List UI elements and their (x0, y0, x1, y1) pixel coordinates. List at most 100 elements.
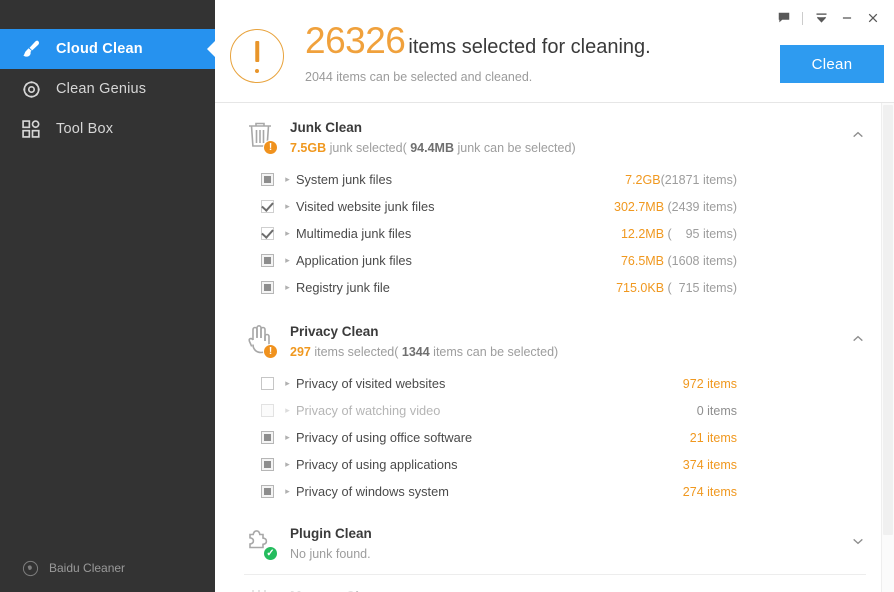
brush-icon (18, 37, 44, 61)
row-size: 302.7MB (614, 199, 665, 214)
section-header[interactable]: ✓ Plugin Clean No junk found. (215, 511, 894, 574)
row-label: Privacy of visited websites (296, 376, 446, 391)
expand-triangle-icon[interactable]: ▸ (283, 256, 292, 265)
list-item[interactable]: ▸ Registry junk file 715.0KB ( 715 items… (215, 274, 894, 301)
grid-icon (18, 117, 44, 141)
scrollbar-thumb[interactable] (883, 105, 893, 535)
row-label: Multimedia junk files (296, 226, 412, 241)
row-checkbox[interactable] (261, 173, 274, 186)
section-summary-available: 94.4MB (410, 141, 454, 155)
expand-triangle-icon[interactable]: ▸ (283, 487, 292, 496)
row-value: 76.5MB (1608 items) (621, 254, 737, 268)
hand-icon: ! (244, 322, 280, 360)
row-value: 0 items (696, 403, 737, 418)
sidebar-item-label: Clean Genius (56, 81, 147, 97)
expand-triangle-icon[interactable]: ▸ (283, 175, 292, 184)
sidebar: Cloud Clean Clean Genius Tool Box Baidu … (0, 0, 216, 592)
row-checkbox[interactable] (261, 377, 274, 390)
row-checkbox[interactable] (261, 485, 274, 498)
row-value: 302.7MB (2439 items) (614, 200, 737, 214)
row-checkbox[interactable] (261, 254, 274, 267)
row-size: 7.2GB (625, 172, 661, 187)
section-meta: Junk Clean 7.5GB junk selected( 94.4MB j… (290, 118, 576, 156)
section-rows: ▸ Privacy of visited websites 972 items … (215, 370, 894, 511)
section-meta: Memory Clean (290, 587, 382, 592)
row-label: Registry junk file (296, 280, 390, 295)
expand-triangle-icon[interactable]: ▸ (283, 433, 292, 442)
section-privacy-clean: ! Privacy Clean 297 items selected( 1344… (215, 307, 894, 511)
expand-triangle-icon[interactable]: ▸ (283, 283, 292, 292)
exclamation-dot (255, 69, 259, 73)
row-label: Application junk files (296, 253, 412, 268)
list-item[interactable]: ▸ Privacy of visited websites 972 items (215, 370, 894, 397)
row-label: System junk files (296, 172, 393, 187)
section-summary-mid: items selected( (310, 345, 402, 359)
summary-subtitle: 2044 items can be selected and cleaned. (305, 70, 533, 84)
list-item[interactable]: ▸ Privacy of using applications 374 item… (215, 451, 894, 478)
sidebar-item-label: Tool Box (56, 121, 114, 137)
section-meta: Privacy Clean 297 items selected( 1344 i… (290, 322, 558, 360)
section-summary-mid: junk selected( (326, 141, 411, 155)
section-summary-selected: 7.5GB (290, 141, 327, 155)
row-value: 374 items (682, 457, 737, 472)
row-count: (21871 items) (660, 172, 737, 187)
expand-triangle-icon[interactable]: ▸ (283, 229, 292, 238)
row-checkbox[interactable] (261, 281, 274, 294)
expand-triangle-icon[interactable]: ▸ (283, 202, 292, 211)
section-title: Privacy Clean (290, 324, 379, 339)
section-summary-selected: 297 (290, 345, 311, 359)
sidebar-item-clean-genius[interactable]: Clean Genius (0, 69, 215, 109)
section-summary-available: 1344 (401, 345, 430, 359)
row-size: 12.2MB (620, 226, 665, 241)
summary-headline: 26326 items selected for cleaning. (305, 22, 651, 59)
row-label: Privacy of windows system (296, 484, 449, 499)
section-header[interactable]: ! Privacy Clean 297 items selected( 1344… (215, 307, 894, 370)
row-checkbox[interactable] (261, 458, 274, 471)
section-plugin-clean: ✓ Plugin Clean No junk found. (215, 511, 894, 574)
row-checkbox[interactable] (261, 431, 274, 444)
row-checkbox[interactable] (261, 200, 274, 213)
status-badge: ! (263, 140, 278, 155)
section-memory-clean: Memory Clean (215, 575, 894, 592)
row-label: Visited website junk files (296, 199, 435, 214)
list-item[interactable]: ▸ Multimedia junk files 12.2MB ( 95 item… (215, 220, 894, 247)
chevron-down-icon[interactable] (850, 533, 866, 549)
section-summary-post: junk can be selected) (454, 141, 576, 155)
sidebar-item-cloud-clean[interactable]: Cloud Clean (0, 29, 216, 69)
expand-triangle-icon[interactable]: ▸ (283, 460, 292, 469)
section-header[interactable]: ! Junk Clean 7.5GB junk selected( 94.4MB… (215, 103, 894, 166)
section-header[interactable]: Memory Clean (215, 575, 894, 592)
list-item[interactable]: ▸ Visited website junk files 302.7MB (24… (215, 193, 894, 220)
row-count: (1608 items) (667, 253, 737, 268)
app-window: Cloud Clean Clean Genius Tool Box Baidu … (0, 0, 894, 592)
memory-icon (244, 587, 280, 592)
list-item[interactable]: ▸ System junk files 7.2GB(21871 items) (215, 166, 894, 193)
trash-icon: ! (244, 118, 280, 156)
page-title: items selected for cleaning. (408, 36, 651, 58)
brand-label: Baidu Cleaner (49, 561, 126, 575)
section-title: Plugin Clean (290, 526, 372, 541)
section-meta: Plugin Clean No junk found. (290, 524, 372, 562)
brand-footer: Baidu Cleaner (20, 558, 125, 578)
section-rows: ▸ System junk files 7.2GB(21871 items) ▸… (215, 166, 894, 307)
expand-triangle-icon: ▸ (285, 405, 290, 415)
sidebar-item-label: Cloud Clean (56, 41, 143, 57)
chevron-up-icon[interactable] (850, 331, 866, 347)
row-checkbox[interactable] (261, 227, 274, 240)
row-size: 715.0KB (616, 280, 665, 295)
clean-button[interactable]: Clean (780, 45, 884, 83)
row-value: 12.2MB ( 95 items) (621, 227, 737, 241)
list-item[interactable]: ▸ Privacy of windows system 274 items (215, 478, 894, 505)
gear-icon (18, 77, 44, 101)
list-item[interactable]: ▸ Application junk files 76.5MB (1608 it… (215, 247, 894, 274)
chevron-up-icon[interactable] (850, 127, 866, 143)
list-item[interactable]: ▸ Privacy of using office software 21 it… (215, 424, 894, 451)
row-checkbox (261, 404, 274, 417)
expand-triangle-icon[interactable]: ▸ (283, 379, 292, 388)
section-summary: No junk found. (290, 547, 371, 561)
sidebar-nav: Cloud Clean Clean Genius Tool Box (0, 29, 216, 149)
sidebar-item-tool-box[interactable]: Tool Box (0, 109, 215, 149)
row-label: Privacy of watching video (296, 403, 441, 418)
scrollbar-track[interactable] (881, 103, 894, 592)
section-summary-post: items can be selected) (429, 345, 559, 359)
